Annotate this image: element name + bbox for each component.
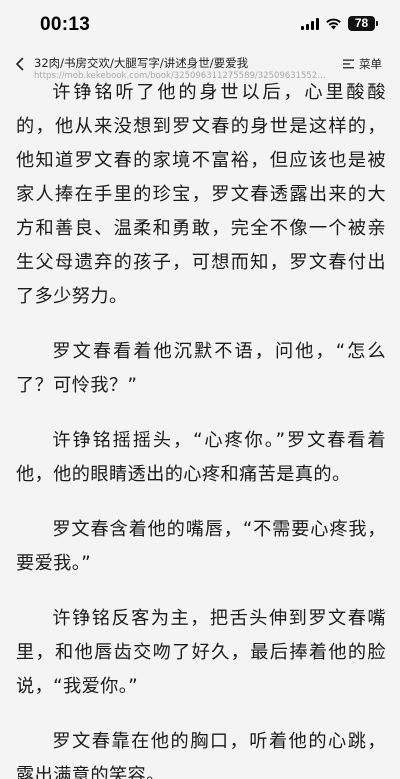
chapter-content: 许铮铭听了他的身世以后，心里酸酸的，他从来没想到罗文春的身世是这样的，他知道罗文…	[16, 76, 386, 779]
status-bar: 00:13 78	[0, 0, 400, 52]
paragraph: 许铮铭听了他的身世以后，心里酸酸的，他从来没想到罗文春的身世是这样的，他知道罗文…	[16, 82, 386, 307]
paragraph: 罗文春含着他的嘴唇，“不需要心疼我，要爱我。”	[16, 519, 386, 574]
wifi-icon	[326, 18, 341, 30]
chapter-title: 32肉/书房交欢/大腿写字/讲述身世/要爱我	[34, 56, 249, 70]
chevron-left-icon[interactable]	[14, 57, 26, 71]
paragraph: 罗文春靠在他的胸口，听着他的心跳，露出满意的笑容。	[16, 731, 386, 779]
menu-button[interactable]: 菜单	[343, 56, 382, 72]
cellular-signal-icon	[301, 17, 319, 30]
status-time: 00:13	[40, 14, 91, 35]
paragraph: 许铮铭反客为主，把舌头伸到罗文春嘴里，和他唇齿交吻了好久，最后捧着他的脸说，“我…	[16, 608, 386, 697]
reader-screen: 00:13 78 32肉/书房交欢/大腿写字/讲述身世/要爱我 https://…	[0, 0, 400, 779]
paragraph: 罗文春看着他沉默不语，问他，“怎么了？可怜我？”	[16, 341, 386, 396]
paragraph: 许铮铭摇摇头，“心疼你。”罗文春看着他，他的眼睛透出的心疼和痛苦是真的。	[16, 430, 386, 485]
battery-icon: 78	[348, 16, 378, 31]
status-icons: 78	[301, 16, 378, 31]
menu-label: 菜单	[359, 57, 382, 71]
list-icon	[343, 59, 354, 69]
battery-level: 78	[348, 16, 375, 31]
